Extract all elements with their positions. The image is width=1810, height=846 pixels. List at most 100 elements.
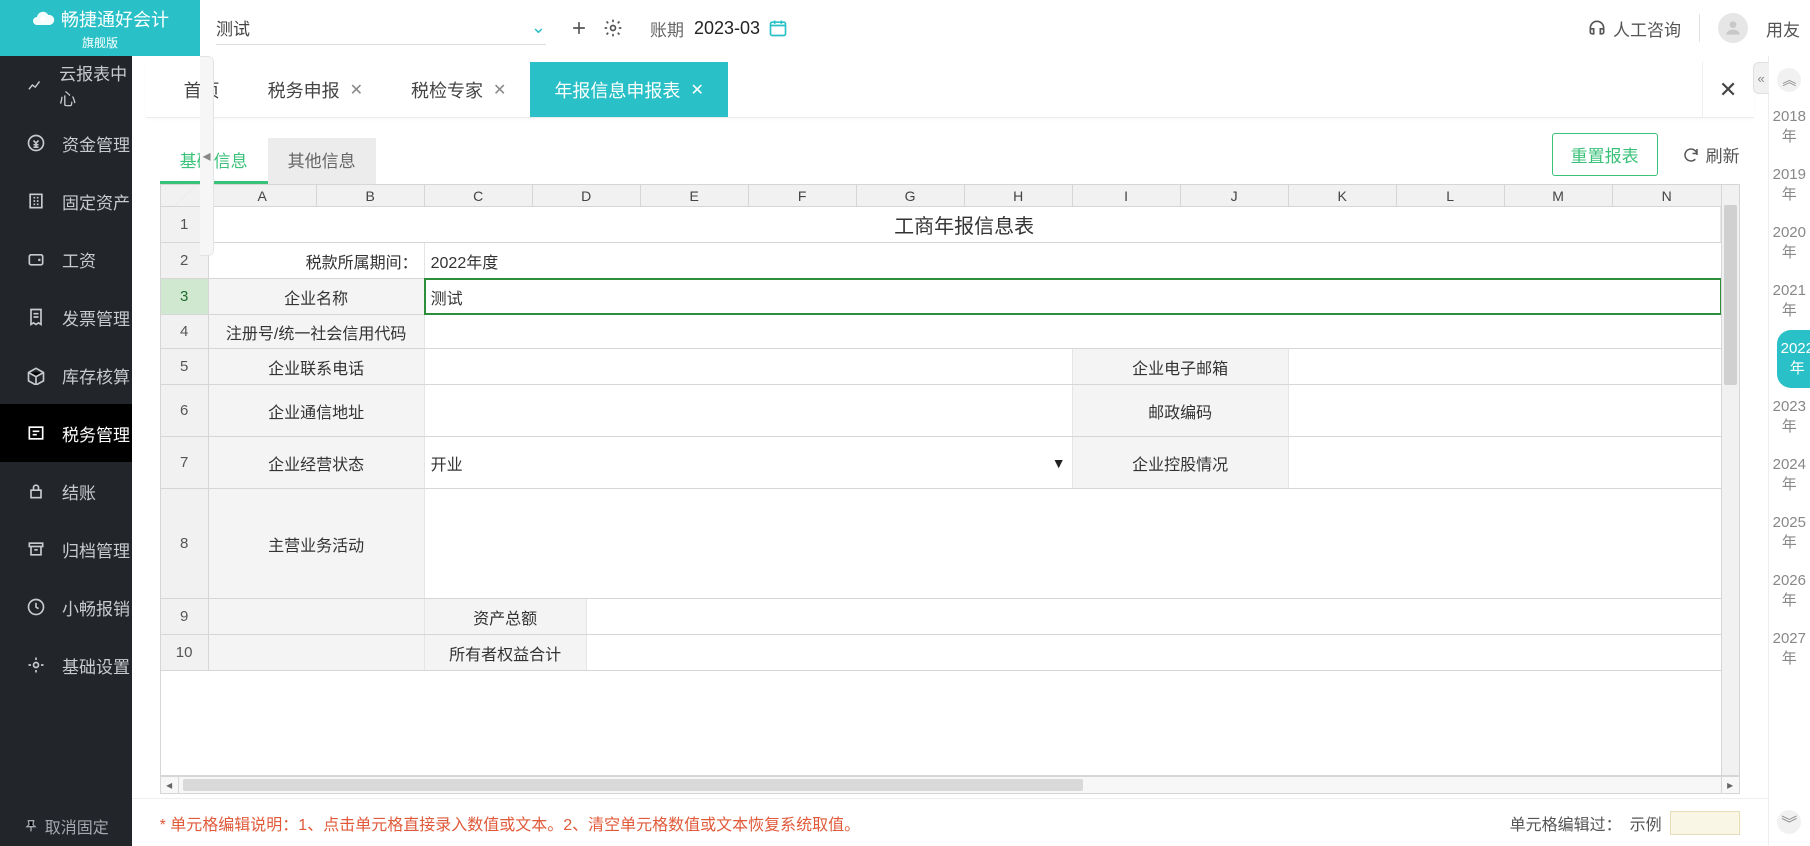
sidebar-item-fixed-assets[interactable]: 固定资产 (0, 172, 132, 230)
plus-icon (569, 18, 589, 38)
tab-tax-check[interactable]: 税检专家✕ (387, 62, 530, 117)
col-header[interactable]: E (641, 185, 749, 206)
row-header[interactable]: 3 (161, 279, 209, 314)
year-item[interactable]: 2023年 (1769, 388, 1810, 446)
close-icon[interactable]: ✕ (493, 80, 506, 100)
sidebar-item-funds[interactable]: 资金管理 (0, 114, 132, 172)
rail-up-button[interactable]: ︽ (1777, 68, 1801, 92)
subtab-other-info[interactable]: 其他信息 (268, 138, 376, 184)
rail-collapse-handle[interactable]: « (1753, 62, 1769, 94)
refresh-icon (1682, 146, 1700, 164)
owner-equity-cell[interactable] (587, 635, 1721, 670)
sidebar-item-tax[interactable]: 税务管理 (0, 404, 132, 462)
col-header[interactable]: J (1181, 185, 1289, 206)
tab-tax-filing[interactable]: 税务申报✕ (244, 62, 387, 117)
row-1: 1 工商年报信息表 (161, 207, 1721, 243)
col-header[interactable]: I (1073, 185, 1181, 206)
tab-annual-report[interactable]: 年报信息申报表✕ (530, 62, 727, 117)
email-label: 企业电子邮箱 (1073, 349, 1289, 384)
box-icon (26, 365, 46, 385)
refresh-button[interactable]: 刷新 (1682, 142, 1740, 167)
vertical-scrollbar[interactable] (1722, 184, 1740, 776)
col-header[interactable]: A (209, 185, 317, 206)
unpin-sidebar-button[interactable]: 取消固定 (0, 806, 132, 846)
col-header[interactable]: K (1289, 185, 1397, 206)
add-button[interactable] (562, 11, 596, 45)
scroll-right-icon[interactable]: ▸ (1721, 777, 1739, 793)
sidebar-collapse-handle[interactable]: ◂ (200, 56, 214, 256)
phone-label: 企业联系电话 (209, 349, 425, 384)
chart-icon (26, 75, 43, 95)
col-header[interactable]: L (1397, 185, 1505, 206)
sidebar-item-salary[interactable]: 工资 (0, 230, 132, 288)
sidebar-item-invoice[interactable]: 发票管理 (0, 288, 132, 346)
row-header[interactable]: 6 (161, 385, 209, 436)
cloud-logo-icon (31, 7, 55, 31)
status-dropdown[interactable]: 开业 ▼ (425, 437, 1073, 488)
col-header[interactable]: N (1613, 185, 1721, 206)
calendar-icon[interactable] (768, 18, 788, 38)
email-cell[interactable] (1289, 349, 1721, 384)
col-header[interactable]: B (317, 185, 425, 206)
row-header[interactable]: 5 (161, 349, 209, 384)
year-item[interactable]: 2018年 (1769, 98, 1810, 156)
year-item[interactable]: 2026年 (1769, 562, 1810, 620)
col-header[interactable]: C (425, 185, 533, 206)
pin-icon (23, 818, 39, 834)
scrollbar-thumb[interactable] (1724, 205, 1737, 385)
reg-number-cell[interactable] (425, 315, 1721, 348)
col-header[interactable]: G (857, 185, 965, 206)
close-icon[interactable]: ✕ (350, 80, 363, 100)
spreadsheet[interactable]: A B C D E F G H I J K L M N 1 (160, 184, 1722, 776)
row-6: 6 企业通信地址 邮政编码 (161, 385, 1721, 437)
footer-bar: * 单元格编辑说明：1、点击单元格直接录入数值或文本。2、清空单元格数值或文本恢… (132, 798, 1768, 846)
total-assets-cell[interactable] (587, 599, 1721, 634)
close-icon[interactable]: ✕ (690, 80, 703, 100)
main-business-cell[interactable] (425, 489, 1721, 598)
settings-button[interactable] (596, 11, 630, 45)
col-header[interactable]: M (1505, 185, 1613, 206)
row-9: 9 资产总额 (161, 599, 1721, 635)
phone-cell[interactable] (425, 349, 1073, 384)
row-header[interactable]: 9 (161, 599, 209, 634)
year-item[interactable]: 2027年 (1769, 620, 1810, 678)
address-cell[interactable] (425, 385, 1073, 436)
sidebar-item-closing[interactable]: 结账 (0, 462, 132, 520)
row-header[interactable]: 8 (161, 489, 209, 598)
year-item[interactable]: 2020年 (1769, 214, 1810, 272)
row-header[interactable]: 7 (161, 437, 209, 488)
sidebar-item-inventory[interactable]: 库存核算 (0, 346, 132, 404)
year-item[interactable]: 2025年 (1769, 504, 1810, 562)
year-item[interactable]: 2019年 (1769, 156, 1810, 214)
col-header[interactable]: D (533, 185, 641, 206)
row-header[interactable]: 4 (161, 315, 209, 348)
postcode-cell[interactable] (1289, 385, 1721, 436)
col-header[interactable]: H (965, 185, 1073, 206)
close-all-tabs-button[interactable]: ✕ (1702, 62, 1754, 117)
support-button[interactable]: 人工咨询 (1587, 16, 1681, 41)
scrollbar-thumb[interactable] (183, 779, 1083, 791)
user-avatar[interactable] (1718, 13, 1748, 43)
sidebar-item-settings[interactable]: 基础设置 (0, 636, 132, 694)
rail-down-button[interactable]: ︾ (1777, 810, 1801, 834)
holding-label: 企业控股情况 (1073, 437, 1289, 488)
year-item[interactable]: 2024年 (1769, 446, 1810, 504)
chevron-down-icon: ⌄ (531, 17, 546, 38)
col-header[interactable]: F (749, 185, 857, 206)
building-icon (26, 191, 46, 211)
company-name-cell[interactable]: 测试 (425, 279, 1721, 314)
row-header[interactable]: 10 (161, 635, 209, 670)
reset-report-button[interactable]: 重置报表 (1552, 133, 1658, 176)
company-selector[interactable]: 测试 ⌄ (216, 11, 546, 45)
holding-cell[interactable] (1289, 437, 1721, 488)
year-item[interactable]: 2022年 (1777, 330, 1810, 388)
year-item[interactable]: 2021年 (1769, 272, 1810, 330)
sidebar-item-archive[interactable]: 归档管理 (0, 520, 132, 578)
sidebar-item-expense[interactable]: 小畅报销 (0, 578, 132, 636)
horizontal-scrollbar[interactable]: ◂ ▸ (160, 776, 1740, 794)
sidebar-item-report-center[interactable]: 云报表中心 (0, 56, 132, 114)
scroll-left-icon[interactable]: ◂ (161, 777, 179, 793)
lock-icon (26, 481, 46, 501)
receipt-icon (26, 307, 46, 327)
year-rail: « ︽ 2018年2019年2020年2021年2022年2023年2024年2… (1768, 56, 1810, 846)
